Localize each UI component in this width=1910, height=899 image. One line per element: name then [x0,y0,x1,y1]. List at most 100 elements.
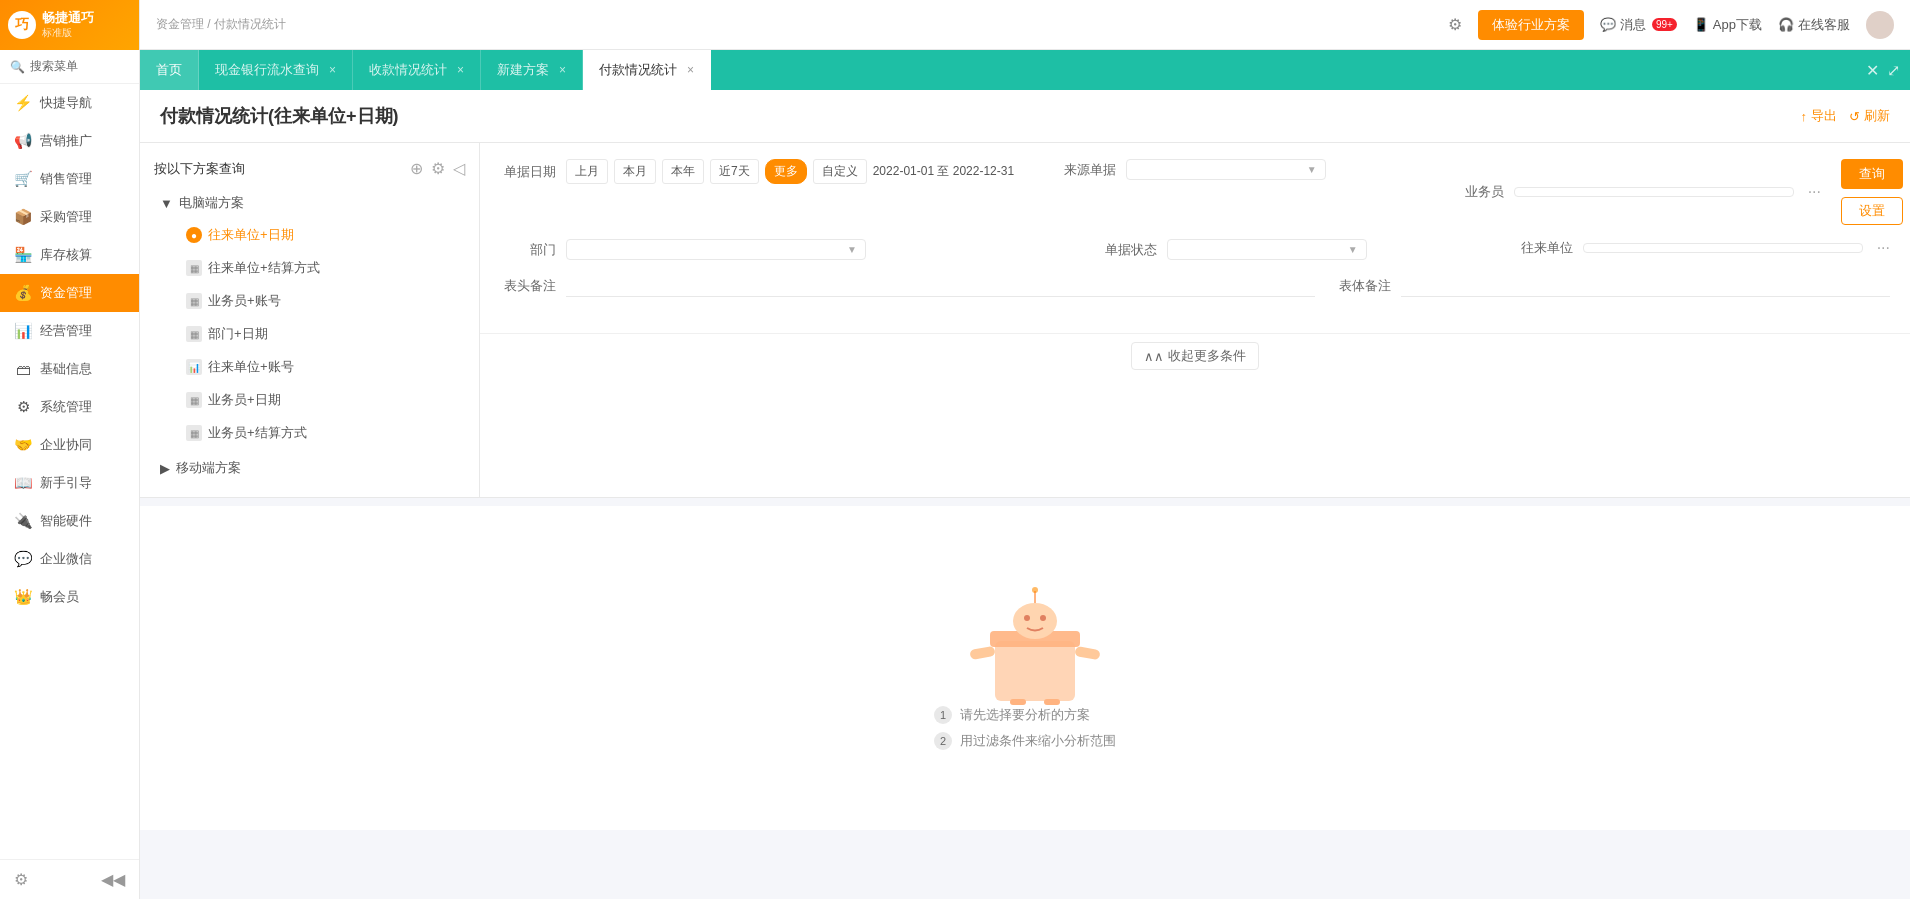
collapse-button[interactable]: ∧∧ 收起更多条件 [1131,342,1259,370]
tab-home[interactable]: 首页 [140,50,199,90]
collapse-sidebar-icon[interactable]: ◀◀ [101,870,125,889]
system-icon: ⚙ [14,398,32,416]
filter-group-mobile-title[interactable]: ▶ 移动端方案 [150,453,479,483]
export-label: 导出 [1811,107,1837,125]
service-label: 在线客服 [1798,16,1850,34]
add-scheme-icon[interactable]: ⊕ [410,159,423,178]
source-select[interactable]: ▼ [1126,159,1326,180]
newbie-icon: 📖 [14,474,32,492]
header-remark-label: 表头备注 [500,277,556,295]
gear-scheme-icon[interactable]: ⚙ [431,159,445,178]
date-btn-more[interactable]: 更多 [765,159,807,184]
tab-receipt-stat-label: 收款情况统计 [369,61,447,79]
filter-item-partner-settle[interactable]: ▦ 往来单位+结算方式 [156,252,473,284]
online-service-button[interactable]: 🎧 在线客服 [1778,16,1850,34]
sidebar-item-inventory[interactable]: 🏪库存核算 [0,236,139,274]
app-download-button[interactable]: 📱 App下载 [1693,16,1762,34]
doc-status-select[interactable]: ▼ [1167,239,1367,260]
staff-dots-icon[interactable]: ··· [1808,183,1821,201]
sidebar-footer: ⚙ ◀◀ [0,859,139,899]
close-tab-icon[interactable]: ✕ [1866,61,1879,80]
vip-label: 畅会员 [40,588,79,606]
filter-item-staff-date[interactable]: ▦ 业务员+日期 [156,384,473,416]
sidebar-item-newbie[interactable]: 📖新手引导 [0,464,139,502]
svg-point-6 [1032,587,1038,593]
tab-payment-stat[interactable]: 付款情况统计 × [583,50,711,90]
user-avatar[interactable] [1866,11,1894,39]
hardware-label: 智能硬件 [40,512,92,530]
filter-field-date: 单据日期 上月 本月 本年 近7天 更多 自定义 2022-01-01 至 20… [500,159,1040,184]
empty-illustration [965,586,1085,686]
operation-icon: 📊 [14,322,32,340]
tab-bank-flow-close[interactable]: × [329,63,336,77]
sidebar-item-purchase[interactable]: 📦采购管理 [0,198,139,236]
date-btn-custom[interactable]: 自定义 [813,159,867,184]
page-header: 付款情况统计(往来单位+日期) ↑ 导出 ↺ 刷新 [140,90,1910,143]
dept-label: 部门 [500,241,556,259]
filter-item-partner-date-icon: ● [186,227,202,243]
sidebar-item-basicinfo[interactable]: 🗃基础信息 [0,350,139,388]
filter-item-partner-date[interactable]: ● 往来单位+日期 [156,219,473,251]
dept-chevron-down-icon: ▼ [847,244,857,255]
refresh-button[interactable]: ↺ 刷新 [1849,107,1890,125]
filter-field-partner: 往来单位 ··· [1517,239,1890,257]
settings-icon[interactable]: ⚙ [14,870,28,889]
sidebar-item-system[interactable]: ⚙系统管理 [0,388,139,426]
purchase-icon: 📦 [14,208,32,226]
wechat-icon: 💬 [14,550,32,568]
basicinfo-label: 基础信息 [40,360,92,378]
sidebar-item-vip[interactable]: 👑畅会员 [0,578,139,616]
sidebar-item-quick-nav[interactable]: ⚡ 快捷导航 [0,84,139,122]
date-btn-last-month[interactable]: 上月 [566,159,608,184]
empty-illustration-svg [965,586,1105,706]
sidebar-item-wechat[interactable]: 💬企业微信 [0,540,139,578]
export-button[interactable]: ↑ 导出 [1801,107,1838,125]
svg-rect-7 [1010,699,1026,705]
tab-new-plan[interactable]: 新建方案 × [481,50,583,90]
tab-receipt-stat[interactable]: 收款情况统计 × [353,50,481,90]
header-remark-input[interactable] [566,274,1315,297]
search-menu[interactable]: 🔍 搜索菜单 [0,50,139,84]
date-btn-7days[interactable]: 近7天 [710,159,759,184]
date-btn-this-year[interactable]: 本年 [662,159,704,184]
partner-select[interactable] [1583,243,1863,253]
group-collapse-icon: ▼ [160,196,173,211]
filter-item-dept-date[interactable]: ▦ 部门+日期 [156,318,473,350]
main-area: 资金管理 / 付款情况统计 ⚙ 体验行业方案 💬 消息 99+ 📱 App下载 … [140,0,1910,899]
app-icon: 📱 [1693,17,1709,32]
industry-plan-button[interactable]: 体验行业方案 [1478,10,1584,40]
tab-receipt-stat-close[interactable]: × [457,63,464,77]
tab-bank-flow[interactable]: 现金银行流水查询 × [199,50,353,90]
sidebar-item-hardware[interactable]: 🔌智能硬件 [0,502,139,540]
topbar-settings-icon[interactable]: ⚙ [1448,15,1462,34]
message-label: 消息 [1620,16,1646,34]
partner-dots-icon[interactable]: ··· [1877,239,1890,257]
sidebar-item-operation[interactable]: 📊经营管理 [0,312,139,350]
expand-tab-icon[interactable]: ⤢ [1887,61,1900,80]
filter-settings-button[interactable]: 设置 [1841,197,1903,225]
filter-item-staff-settle[interactable]: ▦ 业务员+结算方式 [156,417,473,449]
body-remark-input[interactable] [1401,274,1890,297]
quick-nav-label: 快捷导航 [40,94,92,112]
empty-hints: 1 请先选择要分析的方案 2 用过滤条件来缩小分析范围 [934,706,1116,750]
date-btn-this-month[interactable]: 本月 [614,159,656,184]
sidebar-item-marketing[interactable]: 📢营销推广 [0,122,139,160]
sidebar-item-enterprise[interactable]: 🤝企业协同 [0,426,139,464]
quick-nav-icon: ⚡ [14,94,32,112]
message-button[interactable]: 💬 消息 99+ [1600,16,1677,34]
staff-select[interactable] [1514,187,1794,197]
sidebar-item-fund[interactable]: 💰资金管理 [0,274,139,312]
filter-item-partner-account[interactable]: 📊 往来单位+账号 [156,351,473,383]
topbar: 资金管理 / 付款情况统计 ⚙ 体验行业方案 💬 消息 99+ 📱 App下载 … [140,0,1910,50]
tab-new-plan-close[interactable]: × [559,63,566,77]
tab-payment-stat-close[interactable]: × [687,63,694,77]
filter-item-staff-account[interactable]: ▦ 业务员+账号 [156,285,473,317]
collapse-scheme-icon[interactable]: ◁ [453,159,465,178]
filter-item-staff-settle-label: 业务员+结算方式 [208,424,307,442]
filter-group-pc-title[interactable]: ▼ 电脑端方案 [150,188,479,218]
sidebar-item-sales[interactable]: 🛒销售管理 [0,160,139,198]
filter-field-dept: 部门 ▼ [500,239,1081,260]
dept-select[interactable]: ▼ [566,239,866,260]
query-button[interactable]: 查询 [1841,159,1903,189]
search-icon: 🔍 [10,60,25,74]
